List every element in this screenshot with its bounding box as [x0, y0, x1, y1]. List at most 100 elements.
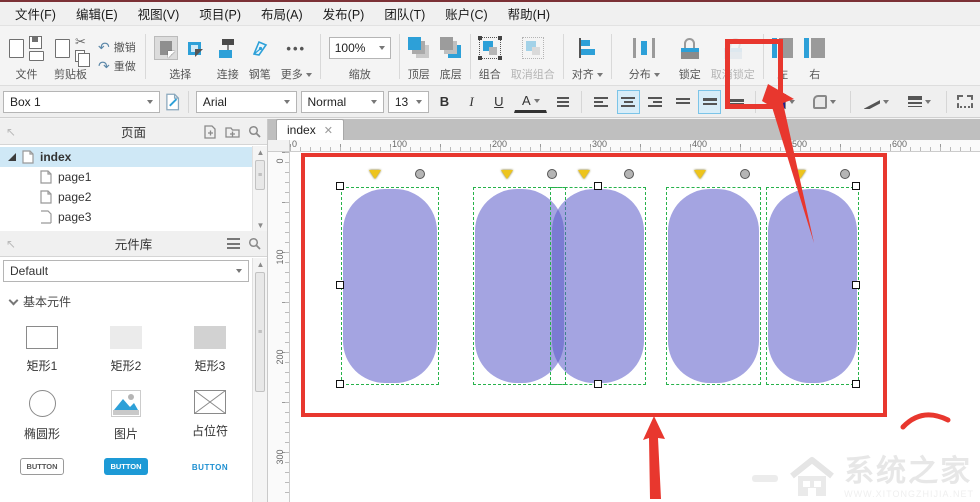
widget-item-placeholder[interactable]: 占位符 — [168, 378, 252, 442]
redo-button[interactable]: ↷ 重做 — [98, 58, 136, 74]
expander-icon[interactable] — [8, 153, 16, 161]
file-group[interactable]: 文件 — [4, 28, 49, 85]
fill-color-button[interactable] — [763, 90, 802, 114]
send-back-group[interactable]: 底层 — [435, 28, 467, 85]
distribute-group[interactable]: 分布 — [615, 28, 674, 85]
widget-item-rect3[interactable]: 矩形3 — [168, 314, 252, 374]
scroll-up-icon[interactable]: ▲ — [253, 258, 268, 270]
font-size-select[interactable]: 13 — [387, 90, 429, 113]
resize-handle[interactable] — [852, 182, 860, 190]
widget-item-rect2[interactable]: 矩形2 — [84, 314, 168, 374]
cut-icon[interactable]: ✂ — [75, 35, 86, 48]
align-left-group[interactable]: 左 — [767, 28, 799, 85]
menu-account[interactable]: 账户(C) — [436, 1, 496, 26]
text-align-right-button[interactable] — [644, 90, 667, 114]
ungroup-group[interactable]: 取消组合 — [506, 28, 560, 85]
basic-widgets-section[interactable]: 基本元件 — [0, 285, 267, 314]
align-right-group[interactable]: 右 — [799, 28, 831, 85]
font-color-button[interactable]: A — [514, 91, 548, 113]
edit-style-icon[interactable] — [164, 93, 181, 111]
button-primary-icon: BUTTON — [104, 458, 148, 475]
resize-handle[interactable] — [594, 182, 602, 190]
widget-item-rect1[interactable]: 矩形1 — [0, 314, 84, 374]
font-weight-select[interactable]: Normal — [300, 90, 384, 113]
scroll-thumb[interactable]: ≡ — [255, 160, 265, 190]
bring-front-group[interactable]: 顶层 — [403, 28, 435, 85]
more-group[interactable]: ••• 更多 — [276, 28, 317, 85]
menu-project[interactable]: 项目(P) — [190, 1, 250, 26]
widgets-scrollbar[interactable]: ▲ ≡ — [252, 258, 267, 502]
menu-team[interactable]: 团队(T) — [375, 1, 434, 26]
select-contain-icon[interactable] — [183, 36, 207, 60]
new-file-icon[interactable] — [9, 38, 24, 58]
menu-layout[interactable]: 布局(A) — [252, 1, 312, 26]
font-family-select[interactable]: Arial — [195, 90, 297, 113]
menu-publish[interactable]: 发布(P) — [314, 1, 374, 26]
valign-bottom-button[interactable] — [725, 90, 748, 114]
text-align-left-button[interactable] — [589, 90, 612, 114]
design-canvas[interactable] — [290, 152, 980, 502]
collapse-panel-icon[interactable]: ↖ — [6, 237, 16, 251]
valign-middle-button[interactable] — [698, 89, 722, 114]
valign-top-button[interactable] — [671, 90, 694, 114]
copy-icon[interactable] — [75, 49, 91, 67]
page-item-page1[interactable]: page1 — [0, 167, 267, 187]
page-item-page2[interactable]: page2 — [0, 187, 267, 207]
ellipse-icon — [28, 390, 56, 417]
open-icon[interactable] — [29, 50, 44, 61]
selection-outline-5 — [766, 187, 859, 385]
scroll-thumb[interactable]: ≡ — [255, 272, 265, 392]
border-style-button[interactable] — [954, 90, 977, 114]
clipboard-group[interactable]: ✂ 剪贴板 — [49, 28, 92, 85]
align-group[interactable]: 对齐 — [567, 28, 608, 85]
resize-handle[interactable] — [852, 380, 860, 388]
library-select[interactable]: Default — [3, 260, 249, 282]
menu-view[interactable]: 视图(V) — [129, 1, 189, 26]
collapse-panel-icon[interactable]: ↖ — [6, 125, 16, 139]
text-align-center-button[interactable] — [616, 89, 640, 114]
resize-handle[interactable] — [852, 281, 860, 289]
page-item-index[interactable]: index — [0, 147, 267, 167]
save-icon[interactable] — [29, 35, 42, 49]
menu-file[interactable]: 文件(F) — [6, 1, 65, 26]
unlock-group[interactable]: 取消锁定 — [706, 28, 760, 85]
tab-index[interactable]: index ✕ — [276, 119, 344, 140]
widget-item-ellipse[interactable]: 椭圆形 — [0, 378, 84, 442]
connect-group[interactable]: 连接 — [212, 28, 244, 85]
resize-handle[interactable] — [336, 380, 344, 388]
scroll-down-icon[interactable]: ▼ — [253, 219, 268, 231]
widget-item-button-link[interactable]: BUTTON — [168, 446, 252, 475]
widget-item-button[interactable]: BUTTON — [0, 446, 84, 475]
italic-button[interactable]: I — [460, 90, 483, 114]
select-intersect-icon[interactable] — [153, 36, 178, 60]
bullet-list-button[interactable] — [551, 90, 574, 114]
underline-button[interactable]: U — [487, 90, 510, 114]
resize-handle[interactable] — [594, 380, 602, 388]
add-folder-icon[interactable] — [225, 125, 240, 138]
line-color-button[interactable] — [858, 90, 897, 114]
undo-button[interactable]: ↶ 撤销 — [98, 39, 136, 55]
close-tab-icon[interactable]: ✕ — [324, 124, 333, 137]
line-width-button[interactable] — [900, 90, 939, 114]
pen-group[interactable]: 钢笔 — [244, 28, 276, 85]
menu-edit[interactable]: 编辑(E) — [67, 1, 127, 26]
widget-style-select[interactable]: Box 1 — [3, 90, 160, 113]
pages-search-icon[interactable] — [248, 125, 261, 138]
scroll-up-icon[interactable]: ▲ — [253, 146, 268, 158]
page-item-page3[interactable]: page3 — [0, 207, 267, 227]
resize-handle[interactable] — [336, 182, 344, 190]
pages-scrollbar[interactable]: ▲ ≡ ▼ — [252, 146, 267, 231]
widget-item-image[interactable]: 图片 — [84, 378, 168, 442]
widgets-menu-icon[interactable] — [227, 238, 240, 249]
widget-item-button-primary[interactable]: BUTTON — [84, 446, 168, 475]
add-page-icon[interactable] — [203, 124, 217, 139]
group-group[interactable]: 组合 — [474, 28, 506, 85]
zoom-select[interactable]: 100% — [328, 37, 391, 59]
widgets-search-icon[interactable] — [248, 237, 261, 250]
bold-button[interactable]: B — [433, 90, 456, 114]
lock-group[interactable]: 锁定 — [674, 28, 706, 85]
menu-help[interactable]: 帮助(H) — [499, 1, 559, 26]
paste-icon[interactable] — [55, 38, 71, 58]
resize-handle[interactable] — [336, 281, 344, 289]
corner-radius-button[interactable] — [806, 90, 843, 114]
